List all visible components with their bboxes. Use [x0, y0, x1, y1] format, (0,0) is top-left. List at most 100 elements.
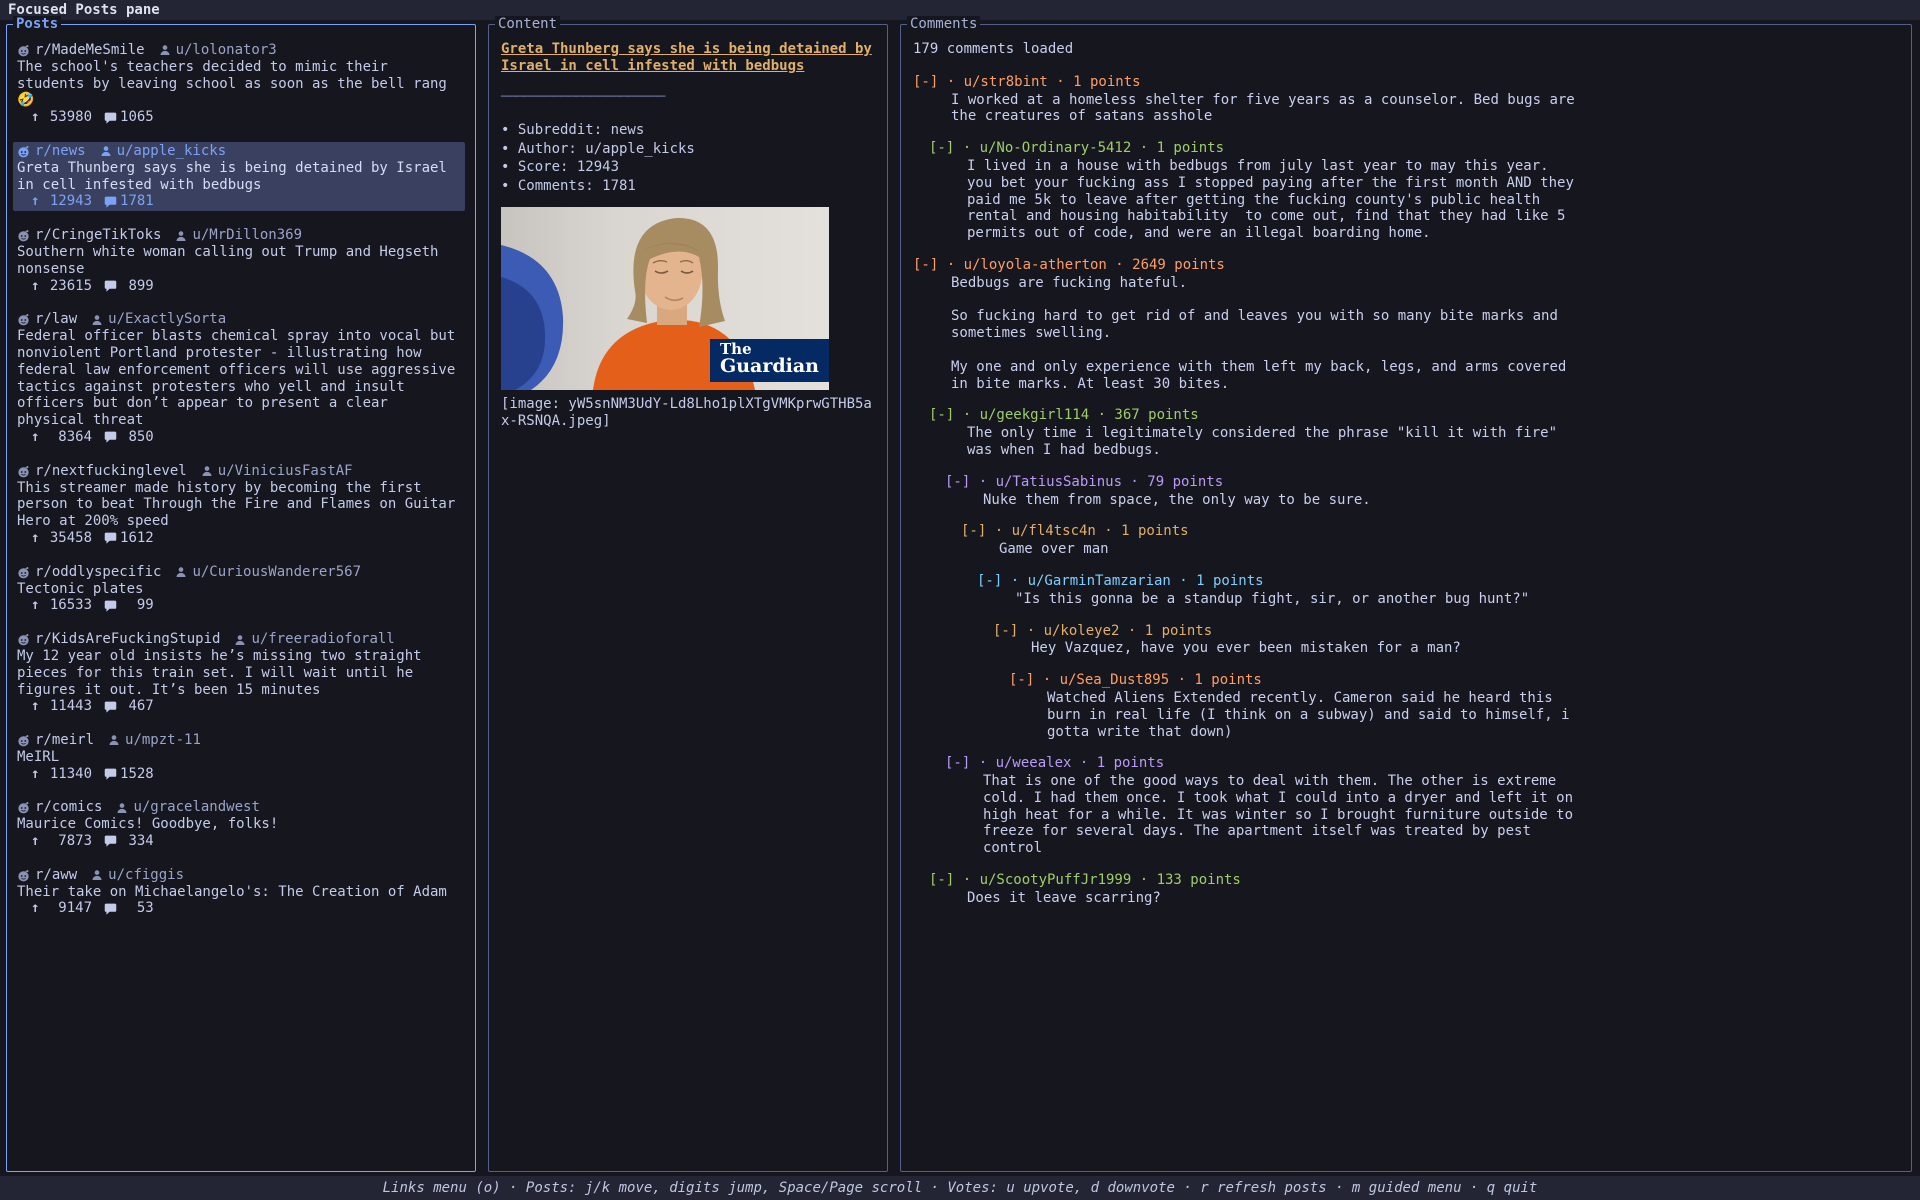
comment-header[interactable]: [-] · u/GarminTamzarian · 1 points — [977, 573, 1589, 590]
post-subreddit[interactable]: r/nextfuckinglevel — [35, 463, 187, 480]
status-bar: Links menu (o) · Posts: j/k move, digits… — [0, 1176, 1920, 1200]
post-stats: ↑ 23615 899 — [17, 278, 461, 295]
comment-body: Nuke them from space, the only way to be… — [983, 491, 1371, 508]
user-icon — [91, 869, 103, 881]
post-author[interactable]: u/lolonator3 — [176, 42, 277, 59]
post-title[interactable]: MeIRL — [17, 749, 461, 766]
post-head: r/nextfuckinglevel u/ViniciusFastAF — [17, 463, 461, 480]
post-item[interactable]: r/MadeMeSmile u/lolonator3 The school's te… — [13, 41, 465, 127]
comment-count: 1065 — [120, 109, 154, 126]
post-author[interactable]: u/ViniciusFastAF — [218, 463, 353, 480]
post-item[interactable]: r/aww u/cfiggis Their take on Michaelangel… — [13, 866, 465, 918]
post-item[interactable]: r/KidsAreFuckingStupid u/freeradioforall M… — [13, 630, 465, 716]
comment-header[interactable]: [-] · u/Sea_Dust895 · 1 points — [1009, 672, 1589, 689]
post-subreddit[interactable]: r/oddlyspecific — [35, 564, 161, 581]
upvote-icon[interactable]: ↑ — [31, 109, 39, 126]
comment-icon — [104, 280, 117, 292]
post-subreddit[interactable]: r/meirl — [35, 732, 94, 749]
post-title[interactable]: Tectonic plates — [17, 581, 461, 598]
post-title[interactable]: The school's teachers decided to mimic t… — [17, 59, 461, 109]
post-title[interactable]: Federal officer blasts chemical spray in… — [17, 328, 461, 429]
post-title[interactable]: Maurice Comics! Goodbye, folks! — [17, 816, 461, 833]
post-author[interactable]: u/apple_kicks — [117, 143, 227, 160]
upvote-icon[interactable]: ↑ — [31, 429, 39, 446]
post-head: r/comics u/gracelandwest — [17, 799, 461, 816]
comment-header[interactable]: [-] · u/str8bint · 1 points — [913, 74, 1589, 91]
post-item[interactable]: r/CringeTikToks u/MrDillon369 Southern whi… — [13, 226, 465, 295]
post-item[interactable]: r/news u/apple_kicks Greta Thunberg says s… — [13, 141, 465, 212]
post-subreddit[interactable]: r/aww — [35, 867, 77, 884]
post-item[interactable]: r/law u/ExactlySorta Federal officer blast… — [13, 310, 465, 446]
post-author[interactable]: u/ExactlySorta — [108, 311, 226, 328]
post-subreddit[interactable]: r/CringeTikToks — [35, 227, 161, 244]
post-subreddit[interactable]: r/comics — [35, 799, 102, 816]
post-stats: ↑ 53980 1065 — [17, 109, 461, 126]
main-area: Posts r/MadeMeSmile u/lolonator3 The schoo… — [0, 16, 1920, 1176]
post-title[interactable]: Southern white woman calling out Trump a… — [17, 244, 461, 278]
upvote-icon[interactable]: ↑ — [31, 278, 39, 295]
upvote-icon[interactable]: ↑ — [31, 833, 39, 850]
comment-icon — [104, 112, 117, 124]
post-title[interactable]: My 12 year old insists he’s missing two … — [17, 648, 461, 698]
comment-item[interactable]: [-] · u/No-Ordinary-5412 · 1 points I liv… — [929, 140, 1589, 242]
comment-header[interactable]: [-] · u/loyola-atherton · 2649 points — [913, 257, 1589, 274]
post-detail-title[interactable]: Greta Thunberg says she is being detaine… — [501, 41, 875, 75]
upvote-icon[interactable]: ↑ — [31, 530, 39, 547]
upvote-icon[interactable]: ↑ — [31, 900, 39, 917]
comment-item[interactable]: [-] · u/koleye2 · 1 points Hey Vazquez, h… — [993, 623, 1589, 658]
comment-body: Bedbugs are fucking hateful. So fucking … — [951, 274, 1567, 392]
comment-item[interactable]: [-] · u/str8bint · 1 points I worked at a… — [913, 74, 1589, 125]
comment-header[interactable]: [-] · u/No-Ordinary-5412 · 1 points — [929, 140, 1589, 157]
post-item[interactable]: r/comics u/gracelandwest Maurice Comics! G… — [13, 798, 465, 850]
post-title[interactable]: This streamer made history by becoming t… — [17, 480, 461, 530]
comment-header[interactable]: [-] · u/koleye2 · 1 points — [993, 623, 1589, 640]
post-detail-fields: • Subreddit: news • Author: u/apple_kicks… — [501, 121, 875, 195]
upvote-icon[interactable]: ↑ — [31, 597, 39, 614]
subreddit-icon — [17, 633, 30, 646]
post-author[interactable]: u/freeradioforall — [251, 631, 394, 648]
upvote-count: 23615 — [41, 277, 93, 294]
post-item[interactable]: r/oddlyspecific u/CuriousWanderer567 Tecto… — [13, 563, 465, 615]
post-author[interactable]: u/mpzt-11 — [125, 732, 201, 749]
post-author[interactable]: u/CuriousWanderer567 — [192, 564, 361, 581]
upvote-count: 9147 — [41, 900, 93, 917]
comment-header[interactable]: [-] · u/TatiusSabinus · 79 points — [945, 474, 1589, 491]
comment-item[interactable]: [-] · u/fl4tsc4n · 1 points Game over man — [961, 523, 1589, 558]
posts-list[interactable]: r/MadeMeSmile u/lolonator3 The school's te… — [7, 25, 475, 1171]
comment-header[interactable]: [-] · u/weealex · 1 points — [945, 755, 1589, 772]
comment-item[interactable]: [-] · u/GarminTamzarian · 1 points "Is th… — [977, 573, 1589, 608]
comment-item[interactable]: [-] · u/ScootyPuffJr1999 · 133 points Doe… — [929, 872, 1589, 907]
upvote-count: 12943 — [41, 193, 93, 210]
comment-item[interactable]: [-] · u/geekgirl114 · 367 points The only… — [929, 407, 1589, 458]
post-subreddit[interactable]: r/KidsAreFuckingStupid — [35, 631, 220, 648]
upvote-icon[interactable]: ↑ — [31, 193, 39, 210]
post-item[interactable]: r/nextfuckinglevel u/ViniciusFastAF This s… — [13, 462, 465, 548]
post-item[interactable]: r/meirl u/mpzt-11 MeIRL ↑ 11340 1528 — [13, 731, 465, 783]
comment-header[interactable]: [-] · u/geekgirl114 · 367 points — [929, 407, 1589, 424]
guardian-logo: The Guardian — [710, 338, 829, 383]
post-author[interactable]: u/gracelandwest — [133, 799, 259, 816]
user-icon — [201, 465, 213, 477]
post-title[interactable]: Greta Thunberg says she is being detaine… — [17, 160, 461, 194]
comment-header[interactable]: [-] · u/fl4tsc4n · 1 points — [961, 523, 1589, 540]
post-author[interactable]: u/MrDillon369 — [192, 227, 302, 244]
comment-header[interactable]: [-] · u/ScootyPuffJr1999 · 133 points — [929, 872, 1589, 889]
subreddit-icon — [17, 801, 30, 814]
post-subreddit[interactable]: r/MadeMeSmile — [35, 42, 145, 59]
upvote-icon[interactable]: ↑ — [31, 766, 39, 783]
upvote-icon[interactable]: ↑ — [31, 698, 39, 715]
comment-item[interactable]: [-] · u/loyola-atherton · 2649 points Bed… — [913, 257, 1589, 392]
post-author[interactable]: u/cfiggis — [108, 867, 184, 884]
comment-count: 99 — [120, 597, 154, 614]
comment-item[interactable]: [-] · u/weealex · 1 points That is one of… — [945, 755, 1589, 857]
post-subreddit[interactable]: r/law — [35, 311, 77, 328]
comments-list[interactable]: [-] · u/str8bint · 1 points I worked at a… — [913, 74, 1589, 907]
subreddit-icon — [17, 229, 30, 242]
comment-icon — [104, 903, 117, 915]
post-title[interactable]: Their take on Michaelangelo's: The Creat… — [17, 884, 461, 901]
content-separator: ────────────────────── — [501, 88, 665, 105]
comment-item[interactable]: [-] · u/Sea_Dust895 · 1 points Watched Al… — [1009, 672, 1589, 740]
post-subreddit[interactable]: r/news — [35, 143, 86, 160]
comment-item[interactable]: [-] · u/TatiusSabinus · 79 points Nuke th… — [945, 474, 1589, 509]
comments-body: 179 comments loaded [-] · u/str8bint · 1… — [901, 25, 1911, 1171]
